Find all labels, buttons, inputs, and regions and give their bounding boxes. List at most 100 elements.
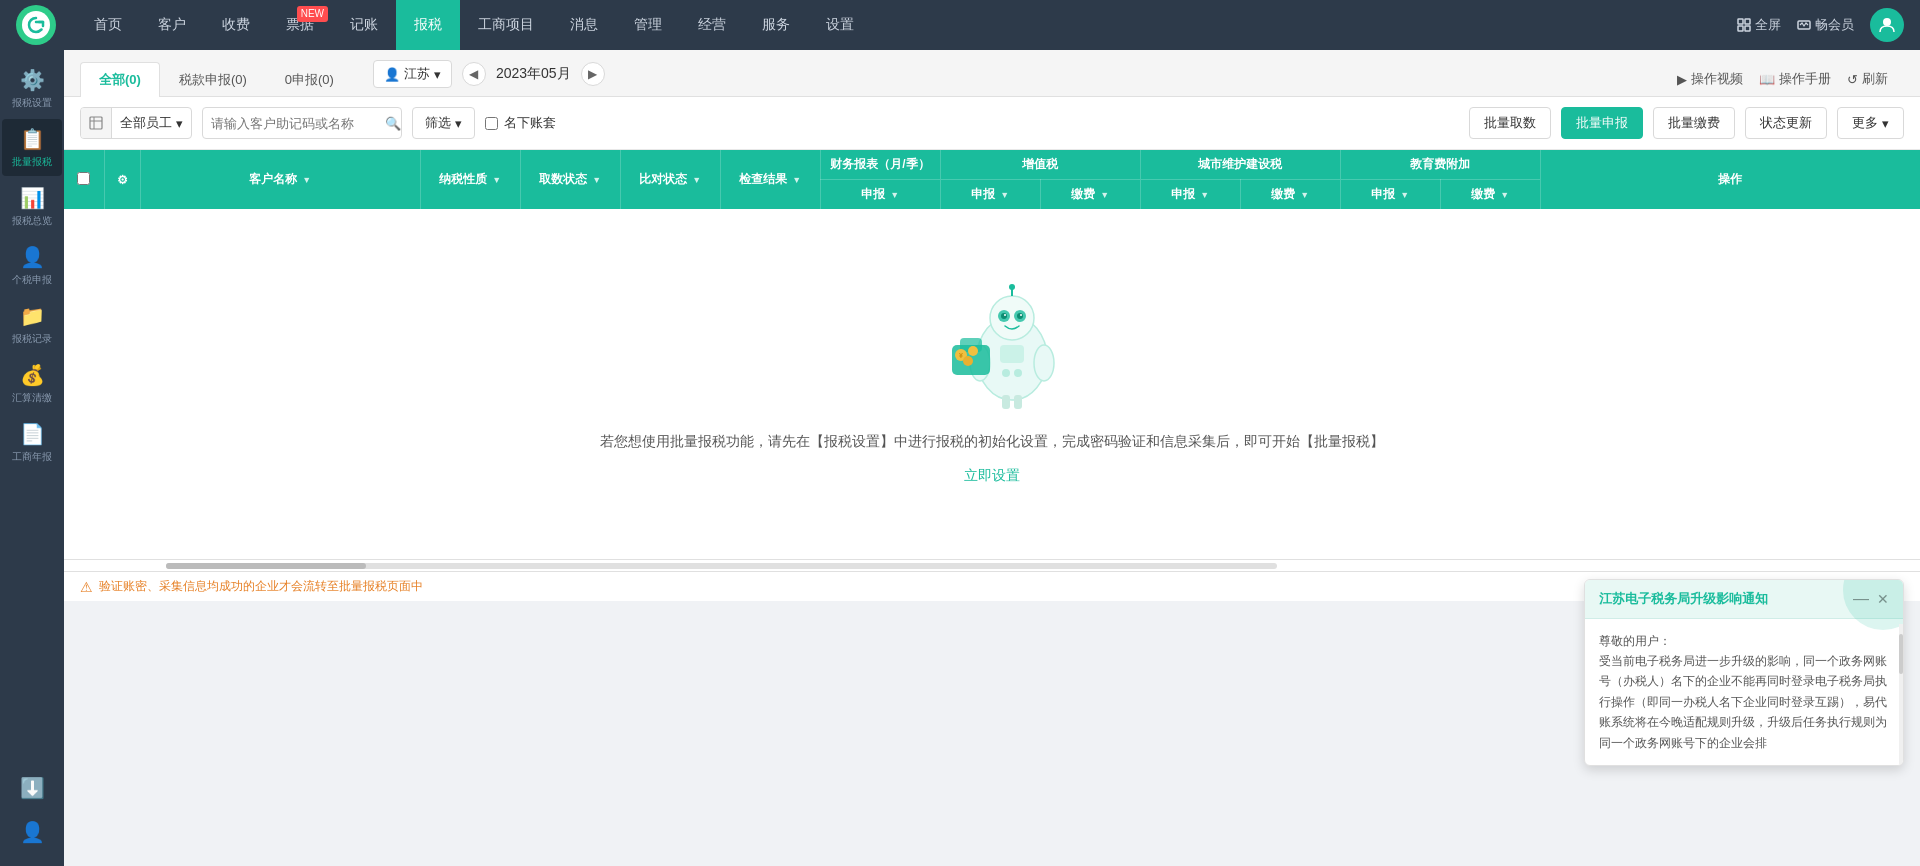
sidebar-label-tax-settings: 报税设置 <box>12 96 52 109</box>
fin-declare-filter[interactable]: ▼ <box>890 190 899 200</box>
app-logo[interactable] <box>16 5 56 45</box>
search-icon[interactable]: 🔍 <box>385 116 401 131</box>
nav-fee[interactable]: 收费 <box>204 0 268 50</box>
batch-pay-button[interactable]: 批量缴费 <box>1653 107 1735 139</box>
nav-settings[interactable]: 设置 <box>808 0 872 50</box>
th-compare-status: 比对状态 ▼ <box>620 150 720 209</box>
batch-declare-button[interactable]: 批量申报 <box>1561 107 1643 139</box>
download-icon[interactable]: ⬇️ <box>14 770 51 806</box>
city-declare-filter[interactable]: ▼ <box>1200 190 1209 200</box>
sub-account-checkbox[interactable] <box>485 117 498 130</box>
th-vat-pay: 缴费 ▼ <box>1040 180 1140 210</box>
sidebar-item-batch-tax[interactable]: 📋 批量报税 <box>2 119 62 176</box>
employee-select-wrapper[interactable]: 全部员工 ▾ <box>80 107 192 139</box>
sidebar-label-batch-tax: 批量报税 <box>12 155 52 168</box>
sidebar-item-tax-overview[interactable]: 📊 报税总览 <box>2 178 62 235</box>
compare-filter-icon[interactable]: ▼ <box>692 175 701 185</box>
select-all-checkbox[interactable] <box>77 172 90 185</box>
next-month-btn[interactable]: ▶ <box>581 62 605 86</box>
refresh-icon: ↺ <box>1847 72 1858 87</box>
nav-operation[interactable]: 经营 <box>680 0 744 50</box>
notif-greeting: 尊敬的用户： <box>1599 631 1889 651</box>
search-input-wrap[interactable]: 🔍 <box>202 107 402 139</box>
vat-pay-filter[interactable]: ▼ <box>1100 190 1109 200</box>
nav-service[interactable]: 服务 <box>744 0 808 50</box>
employee-select[interactable]: 全部员工 ▾ <box>112 114 191 132</box>
svg-point-24 <box>968 346 978 356</box>
notif-close-button[interactable]: ✕ <box>1877 591 1889 607</box>
th-fin-report: 财务报表（月/季） <box>820 150 940 180</box>
svg-rect-2 <box>1738 26 1743 31</box>
fullscreen-btn[interactable]: 全屏 <box>1737 16 1781 34</box>
empty-state-cell: ¥ 若您想使用批量报税功能，请先在【报税设置】中进行报税的初始化设置，完成密码验… <box>64 209 1920 559</box>
sidebar-item-tax-settings[interactable]: ⚙️ 报税设置 <box>2 60 62 117</box>
sub-account-checkbox-label[interactable]: 名下账套 <box>485 114 556 132</box>
sidebar-item-annual-report[interactable]: 📄 工商年报 <box>2 414 62 471</box>
nav-invoice[interactable]: 票据 NEW <box>268 0 332 50</box>
svg-point-5 <box>1883 18 1891 26</box>
user-avatar[interactable] <box>1870 8 1904 42</box>
edu-pay-filter[interactable]: ▼ <box>1500 190 1509 200</box>
operation-video-link[interactable]: ▶ 操作视频 <box>1677 70 1743 88</box>
th-city-tax: 城市维护建设税 <box>1140 150 1340 180</box>
prev-month-btn[interactable]: ◀ <box>462 62 486 86</box>
more-dropdown-icon: ▾ <box>1882 116 1889 131</box>
nav-accounting[interactable]: 记账 <box>332 0 396 50</box>
svg-point-18 <box>1009 284 1015 290</box>
svg-point-28 <box>1002 369 1010 377</box>
tab-zero-declare[interactable]: 0申报(0) <box>266 62 353 97</box>
vip-btn[interactable]: 畅会员 <box>1797 16 1854 34</box>
select-prefix-icon <box>81 108 112 138</box>
th-edu-declare: 申报 ▼ <box>1340 180 1440 210</box>
region-dropdown-icon: ▾ <box>434 67 441 82</box>
notif-scrollbar[interactable] <box>1899 624 1903 765</box>
profile-icon[interactable]: 👤 <box>14 814 51 850</box>
tab-all[interactable]: 全部(0) <box>80 62 160 97</box>
nav-business[interactable]: 工商项目 <box>460 0 552 50</box>
scroll-thumb[interactable] <box>166 563 366 569</box>
tax-settings-icon: ⚙️ <box>20 68 45 92</box>
get-filter-icon[interactable]: ▼ <box>592 175 601 185</box>
notif-content: 受当前电子税务局进一步升级的影响，同一个政务网账号（办税人）名下的企业不能再同时… <box>1599 651 1889 753</box>
nav-home[interactable]: 首页 <box>76 0 140 50</box>
th-fin-declare: 申报 ▼ <box>820 180 940 210</box>
nav-customer[interactable]: 客户 <box>140 0 204 50</box>
svg-rect-1 <box>1745 19 1750 24</box>
table-wrapper: ⚙ 客户名称 ▼ 纳税性质 ▼ 取数状态 ▼ 比对状态 <box>64 150 1920 559</box>
horizontal-scrollbar[interactable] <box>64 559 1920 571</box>
gear-icon[interactable]: ⚙ <box>117 173 128 187</box>
batch-get-button[interactable]: 批量取数 <box>1469 107 1551 139</box>
city-pay-filter[interactable]: ▼ <box>1300 190 1309 200</box>
tab-tax-declare[interactable]: 税款申报(0) <box>160 62 266 97</box>
nav-message[interactable]: 消息 <box>552 0 616 50</box>
region-person-icon: 👤 <box>384 67 400 82</box>
toolbar: 全部员工 ▾ 🔍 筛选 ▾ 名下账套 批量取数 批量申报 批量缴费 状态更新 <box>64 97 1920 150</box>
top-navigation: 首页 客户 收费 票据 NEW 记账 报税 工商项目 消息 管理 经营 服务 设… <box>0 0 1920 50</box>
sidebar-item-settlement[interactable]: 💰 汇算清缴 <box>2 355 62 412</box>
th-vat-declare: 申报 ▼ <box>940 180 1040 210</box>
svg-point-13 <box>1001 313 1007 319</box>
nav-manage[interactable]: 管理 <box>616 0 680 50</box>
refresh-btn[interactable]: ↺ 刷新 <box>1847 70 1888 88</box>
sidebar-item-personal-tax[interactable]: 👤 个税申报 <box>2 237 62 294</box>
vat-declare-filter[interactable]: ▼ <box>1000 190 1009 200</box>
region-selector[interactable]: 👤 江苏 ▾ <box>373 60 452 88</box>
sidebar-item-tax-records[interactable]: 📁 报税记录 <box>2 296 62 353</box>
settlement-icon: 💰 <box>20 363 45 387</box>
personal-tax-icon: 👤 <box>20 245 45 269</box>
status-update-button[interactable]: 状态更新 <box>1745 107 1827 139</box>
setup-link[interactable]: 立即设置 <box>964 467 1020 485</box>
filter-button[interactable]: 筛选 ▾ <box>412 107 475 139</box>
search-input[interactable] <box>211 116 379 131</box>
notif-minimize-icon[interactable]: — <box>1853 591 1869 607</box>
notif-scroll-thumb[interactable] <box>1899 634 1903 674</box>
check-filter-icon[interactable]: ▼ <box>792 175 801 185</box>
more-button[interactable]: 更多 ▾ <box>1837 107 1904 139</box>
name-filter-icon[interactable]: ▼ <box>302 175 311 185</box>
edu-declare-filter[interactable]: ▼ <box>1400 190 1409 200</box>
operation-manual-link[interactable]: 📖 操作手册 <box>1759 70 1831 88</box>
svg-point-29 <box>1014 369 1022 377</box>
nav-tax[interactable]: 报税 <box>396 0 460 50</box>
th-action: 操作 <box>1540 150 1920 209</box>
type-filter-icon[interactable]: ▼ <box>492 175 501 185</box>
